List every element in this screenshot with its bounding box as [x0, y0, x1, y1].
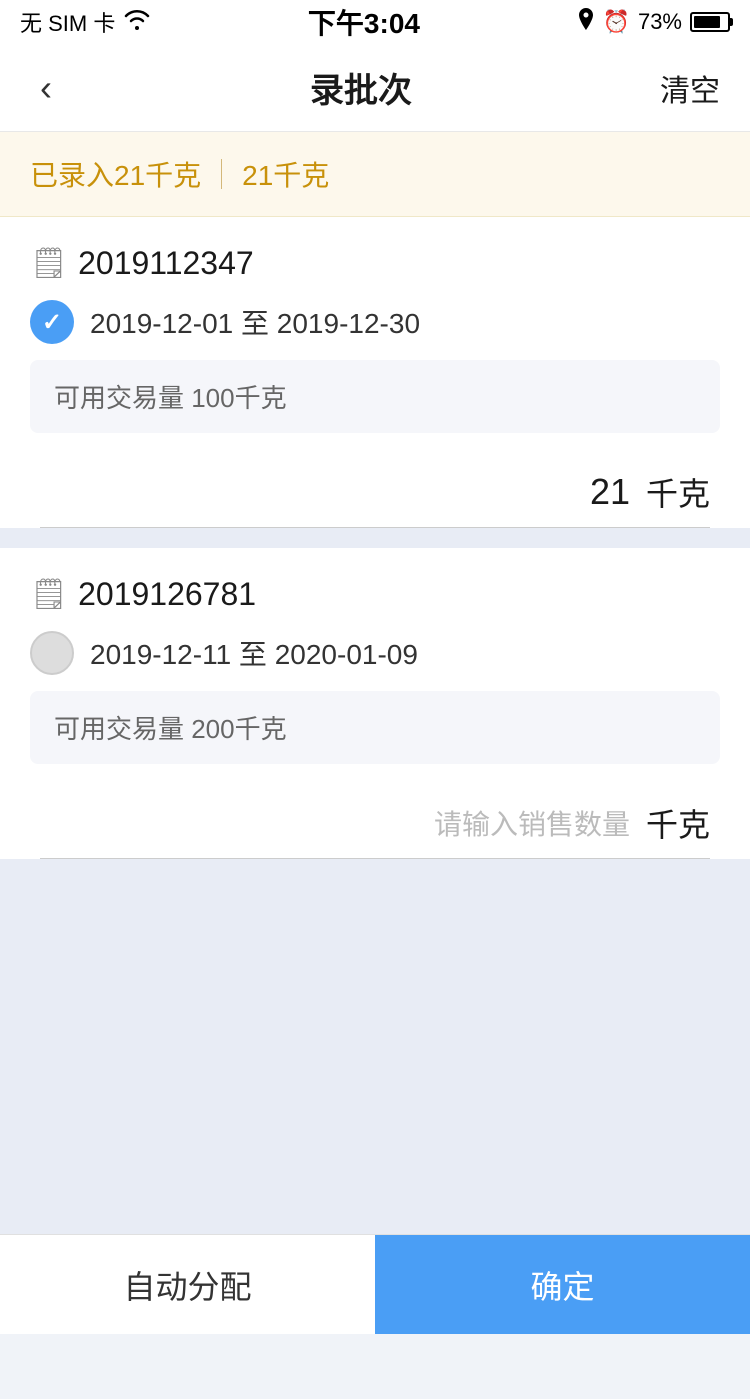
batch-date-2: 2019-12-11 至 2020-01-09	[90, 633, 418, 673]
status-time: 下午3:04	[308, 2, 420, 42]
status-bar: 无 SIM 卡 下午3:04 ⏰ 73%	[0, 0, 750, 44]
sim-label: 无 SIM 卡	[20, 6, 115, 38]
batch-icon-2: 🗒	[30, 577, 68, 612]
radio-unchecked-2[interactable]	[30, 631, 74, 675]
battery-icon	[690, 12, 730, 32]
alarm-icon: ⏰	[603, 9, 630, 35]
summary-bar: 已录入21千克 21千克	[0, 132, 750, 217]
section-separator-2	[0, 859, 750, 879]
summary-label: 已录入21千克	[30, 154, 201, 194]
batch-header-1: 🗒 2019112347	[0, 217, 750, 292]
clear-button[interactable]: 清空	[660, 66, 720, 110]
batch-id-1: 2019112347	[78, 245, 254, 282]
batch-date-row-2: 2019-12-11 至 2020-01-09	[0, 623, 750, 691]
content: 🗒 2019112347 ✓ 2019-12-01 至 2019-12-30 可…	[0, 217, 750, 1399]
batch-date-1: 2019-12-01 至 2019-12-30	[90, 302, 420, 342]
bottom-bar: 自动分配 确定	[0, 1234, 750, 1334]
batch-available-2: 可用交易量 200千克	[30, 691, 720, 764]
status-left: 无 SIM 卡	[20, 6, 151, 38]
nav-bar: ‹ 录批次 清空	[0, 44, 750, 132]
input-unit-2: 千克	[646, 800, 710, 846]
section-separator	[0, 528, 750, 548]
quantity-row-1: 21 千克	[0, 453, 750, 523]
batch-id-2: 2019126781	[78, 576, 256, 613]
wifi-icon	[123, 8, 151, 36]
input-row-2: 请输入销售数量 千克	[0, 784, 750, 854]
batch-header-2: 🗒 2019126781	[0, 548, 750, 623]
radio-checked-1[interactable]: ✓	[30, 300, 74, 344]
location-icon	[577, 8, 595, 36]
summary-value: 21千克	[242, 154, 329, 194]
confirm-button[interactable]: 确定	[375, 1235, 750, 1334]
batch-card-1: 🗒 2019112347 ✓ 2019-12-01 至 2019-12-30 可…	[0, 217, 750, 528]
quantity-unit-1: 千克	[646, 469, 710, 515]
summary-divider	[221, 159, 222, 189]
auto-distribute-button[interactable]: 自动分配	[0, 1235, 375, 1334]
check-mark-1: ✓	[42, 308, 62, 337]
quantity-value-1: 21	[590, 471, 630, 513]
input-placeholder-2: 请输入销售数量	[434, 803, 630, 843]
page-title: 录批次	[310, 63, 412, 112]
batch-date-row-1: ✓ 2019-12-01 至 2019-12-30	[0, 292, 750, 360]
status-right: ⏰ 73%	[577, 8, 730, 36]
battery-percent: 73%	[638, 9, 682, 35]
batch-available-1: 可用交易量 100千克	[30, 360, 720, 433]
batch-card-2: 🗒 2019126781 2019-12-11 至 2020-01-09 可用交…	[0, 548, 750, 859]
batch-icon-1: 🗒	[30, 246, 68, 281]
back-button[interactable]: ‹	[30, 57, 62, 119]
